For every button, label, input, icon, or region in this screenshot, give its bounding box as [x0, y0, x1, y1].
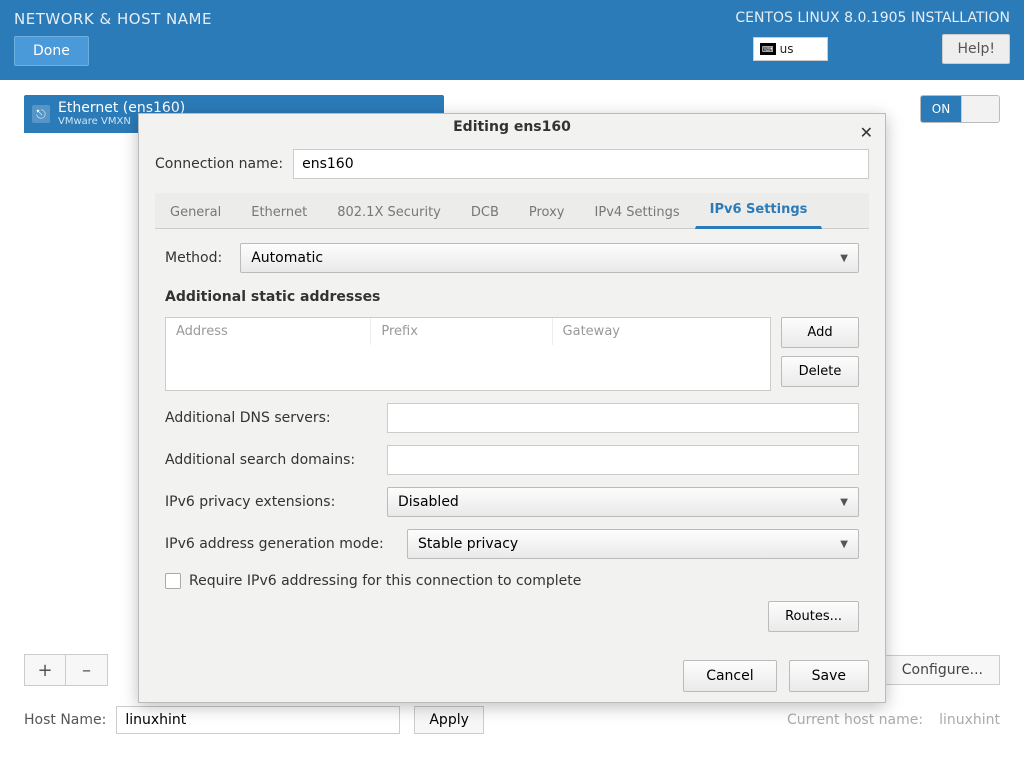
- require-ipv6-checkbox[interactable]: [165, 573, 181, 589]
- addresses-section-title: Additional static addresses: [165, 289, 859, 305]
- add-connection-button[interactable]: +: [24, 654, 66, 686]
- save-button[interactable]: Save: [789, 660, 869, 692]
- dialog-title: Editing ens160: [453, 119, 571, 135]
- current-hostname-value: linuxhint: [939, 712, 1000, 728]
- search-domains-label: Additional search domains:: [165, 452, 375, 468]
- privacy-extensions-value: Disabled: [398, 494, 459, 510]
- done-button[interactable]: Done: [14, 36, 89, 66]
- chevron-down-icon: ▼: [840, 539, 848, 550]
- hostname-row: Host Name: Apply Current host name: linu…: [24, 706, 1000, 734]
- page-title: NETWORK & HOST NAME: [14, 10, 212, 28]
- topbar-right: CENTOS LINUX 8.0.1905 INSTALLATION ⌨ us …: [735, 10, 1010, 64]
- dns-servers-label: Additional DNS servers:: [165, 410, 375, 426]
- ethernet-icon: ⎋: [32, 105, 50, 123]
- help-button[interactable]: Help!: [942, 34, 1010, 64]
- topbar-left: NETWORK & HOST NAME Done: [14, 10, 212, 66]
- keyboard-icon: ⌨: [760, 43, 776, 55]
- connection-toggle[interactable]: ON: [920, 95, 1000, 123]
- method-label: Method:: [165, 250, 228, 266]
- dialog-body: Connection name: General Ethernet 802.1X…: [139, 139, 885, 650]
- keyboard-indicator[interactable]: ⌨ us: [753, 37, 829, 61]
- privacy-extensions-select[interactable]: Disabled ▼: [387, 487, 859, 517]
- method-select[interactable]: Automatic ▼: [240, 243, 859, 273]
- tab-ipv4-settings[interactable]: IPv4 Settings: [580, 195, 695, 229]
- tab-8021x-security[interactable]: 802.1X Security: [322, 195, 456, 229]
- connection-toggle-wrap: ON: [920, 95, 1000, 123]
- dns-servers-input[interactable]: [387, 403, 859, 433]
- topbar: NETWORK & HOST NAME Done CENTOS LINUX 8.…: [0, 0, 1024, 80]
- chevron-down-icon: ▼: [840, 497, 848, 508]
- delete-address-button[interactable]: Delete: [781, 356, 859, 387]
- address-gen-mode-label: IPv6 address generation mode:: [165, 536, 395, 552]
- chevron-down-icon: ▼: [840, 253, 848, 264]
- dialog-tabs: General Ethernet 802.1X Security DCB Pro…: [155, 193, 869, 229]
- close-button[interactable]: ✕: [860, 123, 873, 142]
- privacy-extensions-label: IPv6 privacy extensions:: [165, 494, 375, 510]
- apply-button[interactable]: Apply: [414, 706, 484, 734]
- address-gen-mode-value: Stable privacy: [418, 536, 518, 552]
- tab-general[interactable]: General: [155, 195, 236, 229]
- current-hostname-label: Current host name:: [787, 712, 923, 728]
- tab-ipv6-settings[interactable]: IPv6 Settings: [695, 192, 823, 229]
- addresses-table-header: Address Prefix Gateway: [166, 318, 770, 345]
- edit-connection-dialog: Editing ens160 ✕ Connection name: Genera…: [138, 113, 886, 703]
- col-prefix: Prefix: [371, 318, 552, 345]
- require-ipv6-label: Require IPv6 addressing for this connect…: [189, 573, 581, 589]
- col-address: Address: [166, 318, 371, 345]
- dialog-footer: Cancel Save: [139, 650, 885, 702]
- connection-name-label: Connection name:: [155, 156, 283, 172]
- col-gateway: Gateway: [553, 318, 770, 345]
- toggle-knob: [961, 96, 999, 122]
- tab-dcb[interactable]: DCB: [456, 195, 514, 229]
- dialog-titlebar: Editing ens160 ✕: [139, 114, 885, 139]
- address-gen-mode-select[interactable]: Stable privacy ▼: [407, 529, 859, 559]
- hostname-label: Host Name:: [24, 712, 106, 728]
- tab-content-ipv6: Method: Automatic ▼ Additional static ad…: [155, 229, 869, 638]
- cancel-button[interactable]: Cancel: [683, 660, 776, 692]
- install-label: CENTOS LINUX 8.0.1905 INSTALLATION: [735, 10, 1010, 26]
- remove-connection-button[interactable]: –: [66, 654, 108, 686]
- add-address-button[interactable]: Add: [781, 317, 859, 348]
- keyboard-layout: us: [780, 42, 794, 56]
- toggle-on-label: ON: [921, 96, 961, 122]
- hostname-input[interactable]: [116, 706, 400, 734]
- routes-button[interactable]: Routes...: [768, 601, 859, 632]
- configure-button[interactable]: Configure...: [885, 655, 1000, 685]
- search-domains-input[interactable]: [387, 445, 859, 475]
- tab-proxy[interactable]: Proxy: [514, 195, 580, 229]
- tab-ethernet[interactable]: Ethernet: [236, 195, 322, 229]
- connection-name-input[interactable]: [293, 149, 869, 179]
- method-value: Automatic: [251, 250, 323, 266]
- addresses-table[interactable]: Address Prefix Gateway: [165, 317, 771, 391]
